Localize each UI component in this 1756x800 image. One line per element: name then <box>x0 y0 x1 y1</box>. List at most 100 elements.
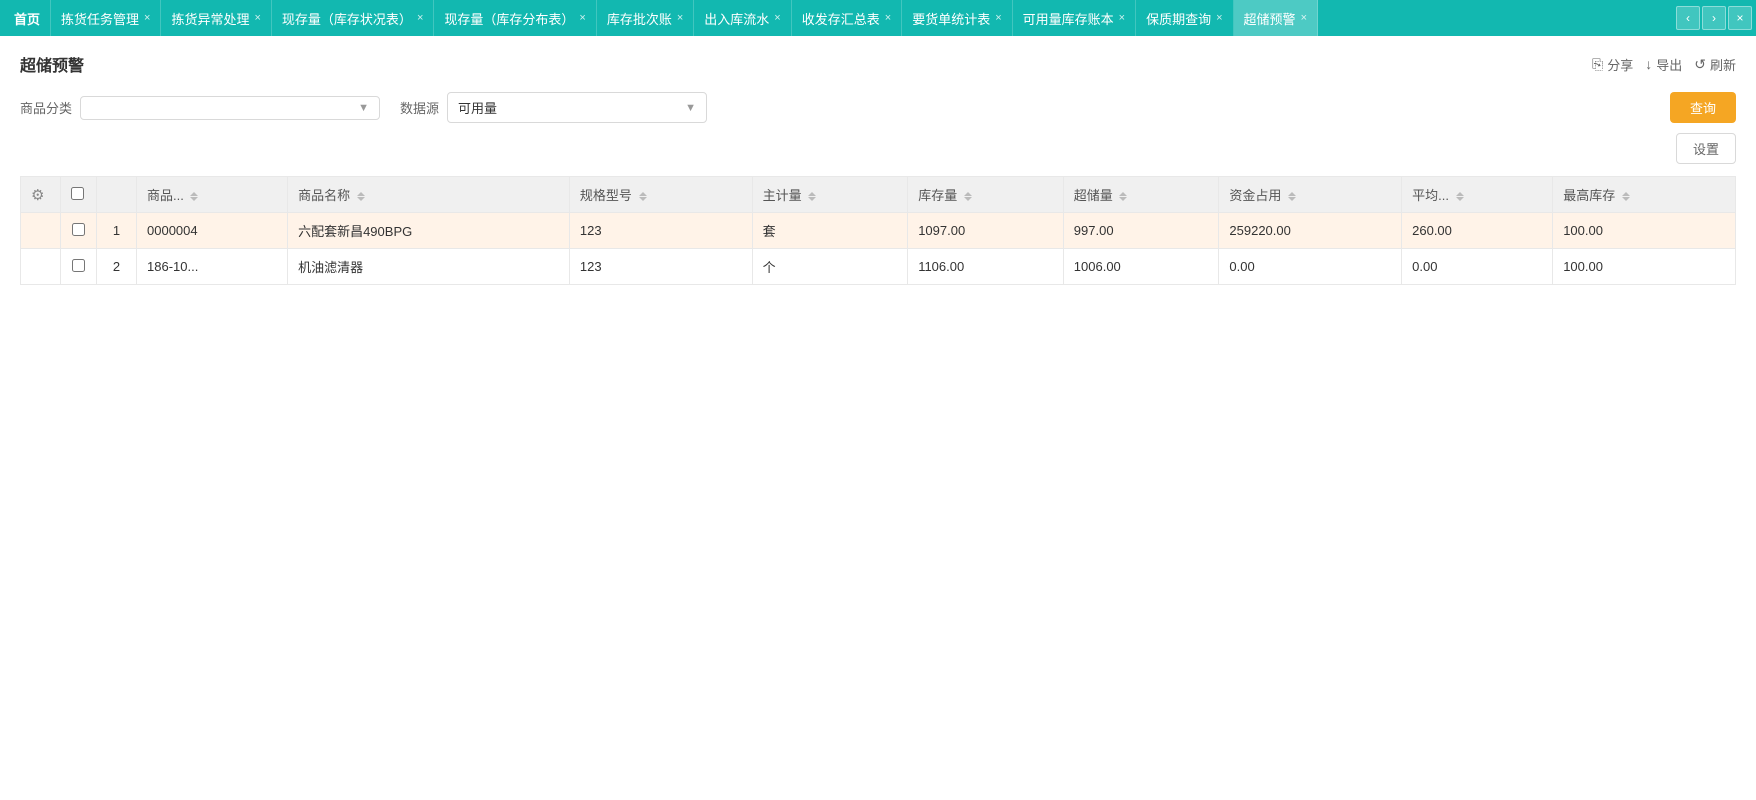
export-label: 导出 <box>1656 55 1682 74</box>
row-checkbox-cell <box>61 249 97 285</box>
nav-order-stats-label: 要货单统计表 <box>912 9 990 28</box>
nav-inventory-dist-close[interactable]: × <box>579 12 585 24</box>
nav-item-overstock[interactable]: 超储预警 × <box>1234 0 1318 36</box>
row-avg: 0.00 <box>1402 249 1553 285</box>
nav-order-stats-close[interactable]: × <box>995 12 1001 24</box>
export-icon: ↓ <box>1645 56 1652 72</box>
nav-arrow-right[interactable]: › <box>1702 6 1726 30</box>
nav-item-collect-summary[interactable]: 收发存汇总表 × <box>792 0 902 36</box>
row-gear <box>21 249 61 285</box>
share-label: 分享 <box>1607 55 1633 74</box>
nav-arrow-close[interactable]: × <box>1728 6 1752 30</box>
nav-home-label: 首页 <box>14 9 40 28</box>
nav-batch-account-close[interactable]: × <box>677 12 683 24</box>
datasource-select[interactable]: 可用量 ▼ <box>447 92 707 123</box>
select-all-checkbox[interactable] <box>71 187 84 200</box>
nav-arrow-left[interactable]: ‹ <box>1676 6 1700 30</box>
nav-abnormal-close[interactable]: × <box>254 12 260 24</box>
nav-task-mgmt-close[interactable]: × <box>144 12 150 24</box>
datasource-filter-label: 数据源 <box>400 98 439 117</box>
sort-spec-icon <box>639 192 647 201</box>
data-table: ⚙ 商品... 商品名称 规格型号 <box>20 176 1736 285</box>
datasource-filter-group: 数据源 可用量 ▼ <box>400 92 707 123</box>
nav-batch-account-label: 库存批次账 <box>607 9 672 28</box>
sort-capital-icon <box>1288 192 1296 201</box>
nav-overstock-label: 超储预警 <box>1244 9 1296 28</box>
table-header-row: ⚙ 商品... 商品名称 规格型号 <box>21 177 1736 213</box>
category-filter-group: 商品分类 ▼ <box>20 96 380 120</box>
nav-overstock-close[interactable]: × <box>1301 12 1307 24</box>
sort-avg-icon <box>1456 192 1464 201</box>
row-unit: 个 <box>752 249 908 285</box>
row-num: 1 <box>97 213 137 249</box>
header-actions: ⎘ 分享 ↓ 导出 ↺ 刷新 <box>1592 55 1736 74</box>
datasource-select-value: 可用量 <box>458 98 497 117</box>
settings-button[interactable]: 设置 <box>1676 133 1736 164</box>
nav-arrows: ‹ › × <box>1676 6 1752 30</box>
col-max-stock[interactable]: 最高库存 <box>1553 177 1736 213</box>
col-avg[interactable]: 平均... <box>1402 177 1553 213</box>
query-button[interactable]: 查询 <box>1670 92 1736 123</box>
col-product-name[interactable]: 商品名称 <box>288 177 570 213</box>
nav-available-account-label: 可用量库存账本 <box>1023 9 1114 28</box>
nav-item-inventory-status[interactable]: 现存量（库存状况表） × <box>272 0 434 36</box>
nav-collect-summary-label: 收发存汇总表 <box>802 9 880 28</box>
col-overstock[interactable]: 超储量 <box>1063 177 1219 213</box>
refresh-icon: ↺ <box>1694 56 1706 73</box>
nav-available-account-close[interactable]: × <box>1119 12 1125 24</box>
nav-collect-summary-close[interactable]: × <box>885 12 891 24</box>
row-max-stock: 100.00 <box>1553 213 1736 249</box>
col-product-code[interactable]: 商品... <box>137 177 288 213</box>
sort-stock-icon <box>964 192 972 201</box>
filter-left: 商品分类 ▼ 数据源 可用量 ▼ <box>20 92 1650 123</box>
sort-overstock-icon <box>1119 192 1127 201</box>
top-navigation: 首页 拣货任务管理 × 拣货异常处理 × 现存量（库存状况表） × 现存量（库存… <box>0 0 1756 36</box>
datasource-dropdown-icon: ▼ <box>685 102 696 114</box>
col-num <box>97 177 137 213</box>
nav-item-home[interactable]: 首页 <box>4 0 51 36</box>
row-product-name: 六配套新昌490BPG <box>288 213 570 249</box>
nav-item-batch-account[interactable]: 库存批次账 × <box>597 0 694 36</box>
share-icon: ⎘ <box>1592 56 1603 73</box>
nav-inventory-status-close[interactable]: × <box>417 12 423 24</box>
row-checkbox[interactable] <box>72 223 85 236</box>
nav-item-task-mgmt[interactable]: 拣货任务管理 × <box>51 0 161 36</box>
row-product-code: 0000004 <box>137 213 288 249</box>
export-button[interactable]: ↓ 导出 <box>1645 55 1682 74</box>
nav-inout-flow-close[interactable]: × <box>774 12 780 24</box>
col-unit[interactable]: 主计量 <box>752 177 908 213</box>
table-body: 1 0000004 六配套新昌490BPG 123 套 1097.00 997.… <box>21 213 1736 285</box>
row-spec: 123 <box>569 249 752 285</box>
nav-abnormal-label: 拣货异常处理 <box>171 9 249 28</box>
page-header: 超储预警 ⎘ 分享 ↓ 导出 ↺ 刷新 <box>20 52 1736 76</box>
nav-item-available-account[interactable]: 可用量库存账本 × <box>1013 0 1136 36</box>
row-checkbox[interactable] <box>72 259 85 272</box>
row-num: 2 <box>97 249 137 285</box>
nav-item-order-stats[interactable]: 要货单统计表 × <box>902 0 1012 36</box>
row-product-name: 机油滤清器 <box>288 249 570 285</box>
row-stock: 1106.00 <box>908 249 1064 285</box>
row-capital: 0.00 <box>1219 249 1402 285</box>
row-gear <box>21 213 61 249</box>
table-row: 1 0000004 六配套新昌490BPG 123 套 1097.00 997.… <box>21 213 1736 249</box>
nav-item-inventory-dist[interactable]: 现存量（库存分布表） × <box>434 0 596 36</box>
col-spec[interactable]: 规格型号 <box>569 177 752 213</box>
row-checkbox-cell <box>61 213 97 249</box>
col-stock[interactable]: 库存量 <box>908 177 1064 213</box>
refresh-button[interactable]: ↺ 刷新 <box>1694 55 1736 74</box>
nav-item-abnormal[interactable]: 拣货异常处理 × <box>161 0 271 36</box>
col-gear: ⚙ <box>21 177 61 213</box>
nav-item-expiry[interactable]: 保质期查询 × <box>1136 0 1233 36</box>
sort-unit-icon <box>808 192 816 201</box>
nav-item-inout-flow[interactable]: 出入库流水 × <box>694 0 791 36</box>
share-button[interactable]: ⎘ 分享 <box>1592 55 1633 74</box>
nav-expiry-close[interactable]: × <box>1216 12 1222 24</box>
row-max-stock: 100.00 <box>1553 249 1736 285</box>
gear-settings-icon[interactable]: ⚙ <box>31 187 44 204</box>
row-stock: 1097.00 <box>908 213 1064 249</box>
row-unit: 套 <box>752 213 908 249</box>
category-select[interactable]: ▼ <box>80 96 380 120</box>
sort-product-code-icon <box>190 192 198 201</box>
col-capital[interactable]: 资金占用 <box>1219 177 1402 213</box>
row-product-code: 186-10... <box>137 249 288 285</box>
